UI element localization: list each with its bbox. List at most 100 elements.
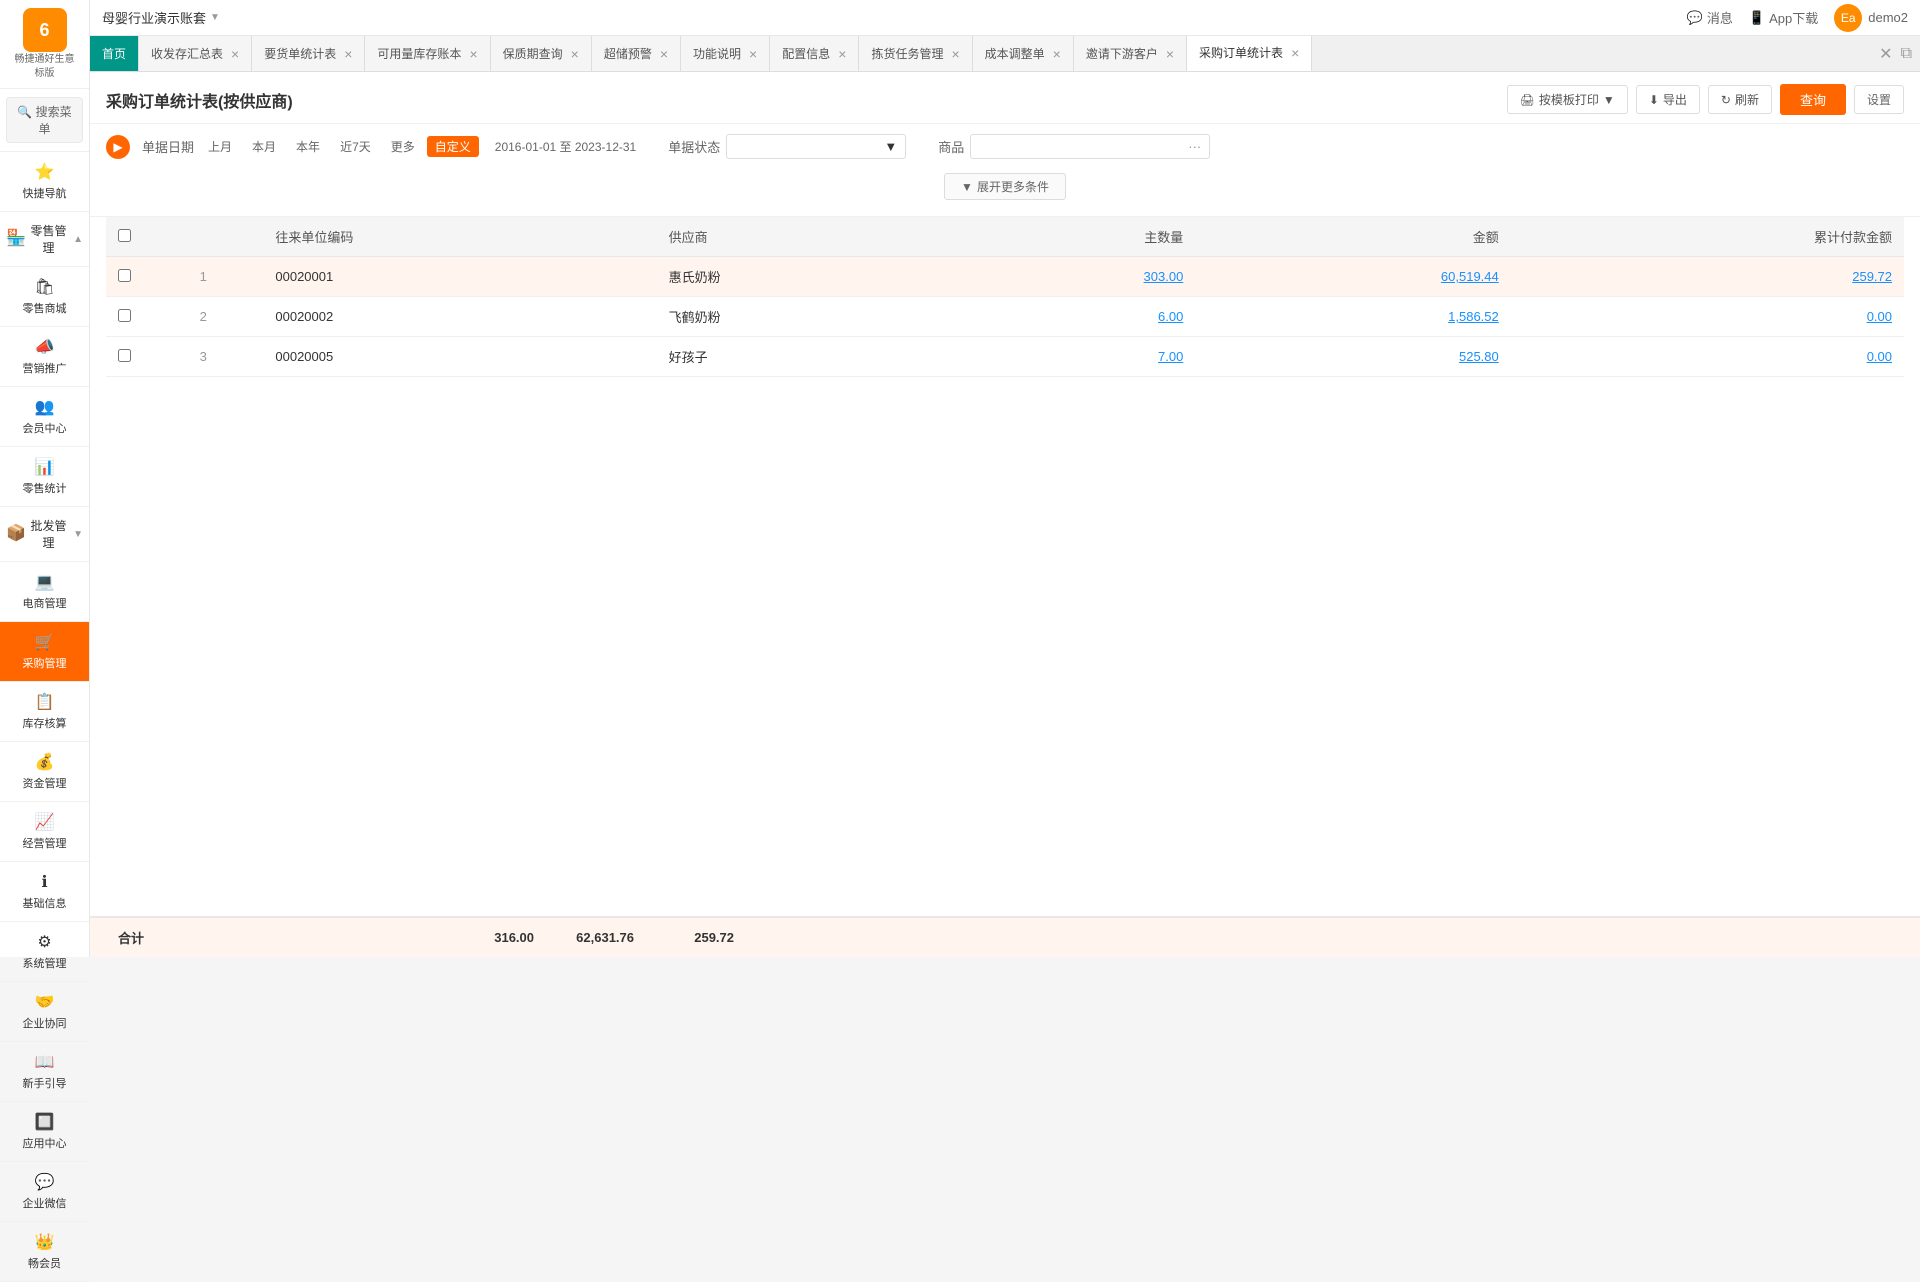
row-amount[interactable]: 60,519.44 [1195,257,1510,297]
guide-icon: 📖 [35,1052,55,1072]
tab-pick-task[interactable]: 拣货任务管理 × [859,36,972,72]
refresh-icon: ↻ [1721,93,1731,107]
tab-invite-downstream[interactable]: 邀请下游客户 × [1074,36,1187,72]
col-header-paid-amount[interactable]: 累计付款金额 [1511,217,1904,257]
sidebar-item-finance[interactable]: 💰 资金管理 [0,742,89,802]
status-select[interactable]: ▼ [726,134,906,159]
tab-cost-adjust[interactable]: 成本调整单 × [973,36,1074,72]
tab-config-info-close[interactable]: × [838,46,846,62]
sidebar-item-wholesale[interactable]: 📦 批发管理 ▼ [0,507,89,562]
tab-overstock-warning[interactable]: 超储预警 × [592,36,681,72]
date-shortcut-last-month[interactable]: 上月 [200,136,240,157]
filter-toggle-icon: ▶ [113,140,122,154]
sidebar-item-quick-nav[interactable]: ⭐ 快捷导航 [0,152,89,212]
sidebar-item-enterprise[interactable]: 🤝 企业协同 [0,982,89,1042]
tab-pick-task-close[interactable]: × [951,46,959,62]
tab-home[interactable]: 首页 [90,36,139,72]
row-amount[interactable]: 525.80 [1195,337,1510,377]
sidebar-item-vip[interactable]: 👑 畅会员 [0,1222,89,1282]
row-main-qty[interactable]: 6.00 [950,297,1196,337]
sidebar-item-retail-mall[interactable]: 🛍 零售商城 [0,267,89,327]
tab-order-summary-close[interactable]: × [344,46,352,62]
tab-function-desc[interactable]: 功能说明 × [681,36,770,72]
workspace-selector[interactable]: 母婴行业演示账套 ▼ [102,8,220,27]
tab-config-info[interactable]: 配置信息 × [770,36,859,72]
sidebar-item-system[interactable]: ⚙ 系统管理 [0,922,89,982]
retail-stats-label: 零售统计 [23,480,67,496]
col-header-main-qty[interactable]: 主数量 [950,217,1196,257]
tab-receive-send[interactable]: 收发存汇总表 × [139,36,252,72]
tab-cost-adjust-close[interactable]: × [1053,46,1061,62]
tab-available-stock[interactable]: 可用量库存账本 × [365,36,490,72]
sidebar-item-ecommerce[interactable]: 💻 电商管理 [0,562,89,622]
tab-purchase-summary-label: 采购订单统计表 [1199,44,1283,61]
tab-available-stock-label: 可用量库存账本 [377,45,461,62]
date-shortcut-more[interactable]: 更多 [383,136,423,157]
row-paid-amount[interactable]: 0.00 [1511,337,1904,377]
row-amount[interactable]: 1,586.52 [1195,297,1510,337]
row-paid-amount[interactable]: 0.00 [1511,297,1904,337]
sidebar-item-guide[interactable]: 📖 新手引导 [0,1042,89,1102]
app-logo[interactable]: 6 畅捷通好生意 标版 [0,0,89,89]
sidebar-item-marketing[interactable]: 📣 营销推广 [0,327,89,387]
query-button[interactable]: 查询 [1780,84,1846,115]
date-custom-btn[interactable]: 自定义 [427,136,479,157]
tab-order-summary[interactable]: 要货单统计表 × [252,36,365,72]
date-shortcut-this-year[interactable]: 本年 [288,136,328,157]
tab-expiry-query-close[interactable]: × [571,46,579,62]
tab-expiry-query[interactable]: 保质期查询 × [491,36,592,72]
goods-select[interactable]: ··· [970,134,1210,159]
tab-invite-downstream-close[interactable]: × [1166,46,1174,62]
tab-function-desc-close[interactable]: × [749,46,757,62]
col-header-supplier-code[interactable]: 往来单位编码 [263,217,656,257]
tab-purchase-summary[interactable]: 采购订单统计表 × [1187,36,1312,72]
vip-icon: 👑 [35,1232,55,1252]
date-shortcut-this-month[interactable]: 本月 [244,136,284,157]
sidebar-item-retail-manage[interactable]: 🏪 零售管理 ▲ [0,212,89,267]
sidebar-item-member[interactable]: 👥 会员中心 [0,387,89,447]
tab-overstock-warning-close[interactable]: × [660,46,668,62]
settings-button[interactable]: 设置 [1854,85,1904,114]
sidebar-item-basic-info[interactable]: ℹ 基础信息 [0,862,89,922]
sidebar-item-stock[interactable]: 📋 库存核算 [0,682,89,742]
col-header-checkbox[interactable] [106,217,143,257]
print-button[interactable]: 🖨 按模板打印 ▼ [1507,85,1628,114]
filter-toggle-btn[interactable]: ▶ [106,135,130,159]
row-checkbox[interactable] [118,349,131,362]
tab-purchase-summary-close[interactable]: × [1291,45,1299,61]
row-checkbox[interactable] [118,269,131,282]
sidebar-item-wechat[interactable]: 💬 企业微信 [0,1162,89,1222]
row-checkbox-cell[interactable] [106,297,143,337]
window-restore-btn[interactable]: ⧉ [1901,45,1912,63]
row-paid-amount[interactable]: 259.72 [1511,257,1904,297]
window-close-btn[interactable]: ✕ [1879,44,1892,64]
col-header-amount[interactable]: 金额 [1195,217,1510,257]
row-checkbox[interactable] [118,309,131,322]
select-all-checkbox[interactable] [118,229,131,242]
sidebar-item-app-center[interactable]: 🔲 应用中心 [0,1102,89,1162]
export-button[interactable]: ⬇ 导出 [1636,85,1700,114]
search-icon: 🔍 [17,105,32,119]
col-header-supplier-name[interactable]: 供应商 [657,217,950,257]
purchase-label: 采购管理 [23,655,67,671]
row-main-qty[interactable]: 7.00 [950,337,1196,377]
expand-more-btn[interactable]: ▼ 展开更多条件 [944,173,1066,200]
row-checkbox-cell[interactable] [106,257,143,297]
message-action[interactable]: 💬 消息 [1687,8,1733,27]
refresh-button[interactable]: ↻ 刷新 [1708,85,1772,114]
footer-amount: 62,631.76 [546,930,646,945]
tab-available-stock-close[interactable]: × [469,46,477,62]
row-checkbox-cell[interactable] [106,337,143,377]
tab-receive-send-close[interactable]: × [231,46,239,62]
user-profile[interactable]: Ea demo2 [1834,4,1908,32]
app-download-action[interactable]: 📱 App下载 [1749,8,1818,27]
row-main-qty[interactable]: 303.00 [950,257,1196,297]
tab-cost-adjust-label: 成本调整单 [985,45,1045,62]
sidebar-item-purchase[interactable]: 🛒 采购管理 [0,622,89,682]
sidebar-item-retail-stats[interactable]: 📊 零售统计 [0,447,89,507]
date-shortcut-7days[interactable]: 近7天 [332,136,379,157]
enterprise-icon: 🤝 [35,992,55,1012]
sidebar-item-operation[interactable]: 📈 经营管理 [0,802,89,862]
search-menu-btn[interactable]: 🔍 搜索菜单 [6,97,83,143]
sidebar-search-area[interactable]: 🔍 搜索菜单 [0,89,89,152]
